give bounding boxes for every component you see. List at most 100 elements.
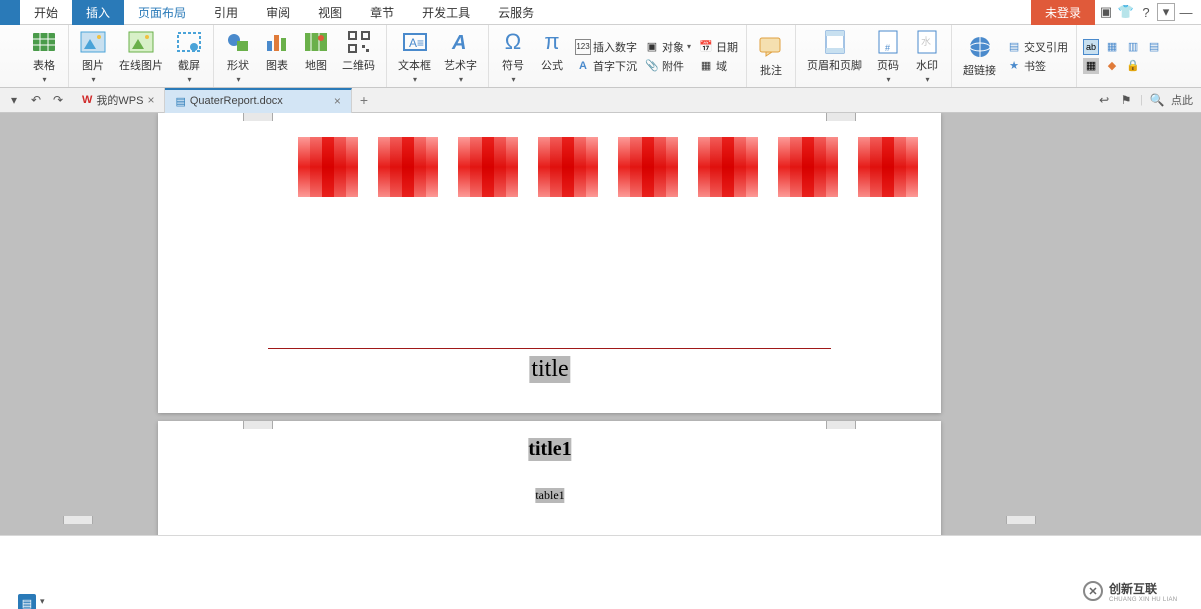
table-icon xyxy=(31,29,57,55)
document-canvas[interactable]: title title1 table1 title2 table2 ▤ ▾ ✕ … xyxy=(0,113,1201,609)
pi-icon: π xyxy=(539,29,565,55)
lock-icon[interactable]: 🔒 xyxy=(1125,58,1141,74)
menu-view[interactable]: 视图 xyxy=(304,0,356,25)
rewind-icon[interactable]: ↩ xyxy=(1096,92,1112,108)
tshirt-icon[interactable]: 👕 xyxy=(1117,3,1135,21)
wps-home-tab[interactable]: W 我的WPS × xyxy=(72,88,165,113)
chart-icon xyxy=(264,29,290,55)
chevron-down-icon[interactable]: ▾ xyxy=(40,596,45,607)
tool2-icon[interactable]: ▦ xyxy=(1104,39,1120,55)
flag-icon[interactable]: ⚑ xyxy=(1118,92,1134,108)
help-icon[interactable]: ? xyxy=(1137,3,1155,21)
margin-mark xyxy=(243,421,273,429)
map-icon xyxy=(303,29,329,55)
nav-dropdown-icon[interactable]: ▾ xyxy=(6,92,22,108)
calendar-icon: 📅 xyxy=(698,39,714,55)
chevron-down-icon[interactable]: ▾ xyxy=(1157,3,1175,21)
header-footer-icon xyxy=(822,29,848,55)
shapes-button[interactable]: 形状▾ xyxy=(220,26,256,87)
menu-insert[interactable]: 插入 xyxy=(72,0,124,25)
svg-text:水: 水 xyxy=(921,36,931,48)
online-image-button[interactable]: 在线图片 xyxy=(114,26,168,87)
horizontal-rule xyxy=(268,348,831,349)
skin-icon[interactable]: ▣ xyxy=(1097,3,1115,21)
minimize-icon[interactable]: — xyxy=(1177,3,1195,21)
chart-button[interactable]: 图表 xyxy=(259,26,295,87)
date-button[interactable]: 📅日期 xyxy=(696,38,740,56)
textbox-icon: A≡ xyxy=(402,29,428,55)
textbox-button[interactable]: A≡文本框▾ xyxy=(393,26,436,87)
table-button[interactable]: 表格▾ xyxy=(26,26,62,87)
doc-table1-placeholder[interactable]: table1 xyxy=(535,488,564,503)
menu-sections[interactable]: 章节 xyxy=(356,0,408,25)
login-button[interactable]: 未登录 xyxy=(1031,0,1095,25)
header-footer-button[interactable]: 页眉和页脚 xyxy=(802,26,867,87)
menu-review[interactable]: 审阅 xyxy=(252,0,304,25)
comment-button[interactable]: 批注 xyxy=(753,31,789,81)
cross-reference-button[interactable]: ▤交叉引用 xyxy=(1004,38,1070,56)
bookmark-icon: ★ xyxy=(1006,58,1022,74)
insert-number-button[interactable]: 123插入数字 xyxy=(573,38,639,56)
document-page: title xyxy=(158,113,941,413)
margin-mark xyxy=(243,113,273,121)
page-number-icon: # xyxy=(875,29,901,55)
menu-start[interactable]: 开始 xyxy=(20,0,72,25)
object-icon: ▣ xyxy=(644,39,660,55)
number-icon: 123 xyxy=(575,39,591,55)
watermark-icon: 水 xyxy=(914,29,940,55)
symbol-button[interactable]: Ω符号▾ xyxy=(495,26,531,87)
document-tabstrip: ▾ ↶ ↷ W 我的WPS × ▤ QuaterReport.docx × + … xyxy=(0,88,1201,113)
document-tab[interactable]: ▤ QuaterReport.docx × xyxy=(165,88,351,113)
close-icon[interactable]: × xyxy=(147,93,154,107)
close-icon[interactable]: × xyxy=(334,94,341,108)
doc-title1[interactable]: title1 xyxy=(528,438,571,461)
menu-references[interactable]: 引用 xyxy=(200,0,252,25)
doc-icon: ▤ xyxy=(175,95,185,108)
field-button[interactable]: ▦域 xyxy=(696,57,740,75)
pixelated-header-image xyxy=(298,137,918,197)
menu-devtools[interactable]: 开发工具 xyxy=(408,0,484,25)
screenshot-button[interactable]: 截屏▾ xyxy=(171,26,207,87)
new-tab-button[interactable]: + xyxy=(352,92,376,108)
picture-icon xyxy=(80,29,106,55)
screenshot-icon xyxy=(176,29,202,55)
cross-ref-icon: ▤ xyxy=(1006,39,1022,55)
wps-logo-icon: W xyxy=(82,94,92,106)
watermark-button[interactable]: 水水印▾ xyxy=(909,26,945,87)
hyperlink-button[interactable]: 超链接 xyxy=(958,31,1001,81)
svg-text:A: A xyxy=(451,32,466,53)
redo-icon[interactable]: ↷ xyxy=(50,92,66,108)
page-break-icon[interactable]: ▤ xyxy=(18,594,36,609)
object-button[interactable]: ▣对象▾ xyxy=(642,38,693,56)
search-icon[interactable]: 🔍 xyxy=(1149,92,1165,108)
doc-main-title[interactable]: title xyxy=(529,356,570,383)
ribbon-insert: 表格▾ 图片▾ 在线图片 截屏▾ 形状▾ 图表 地图 二维码 A≡文本框▾ A艺… xyxy=(0,25,1201,88)
online-picture-icon xyxy=(128,29,154,55)
tool3-icon[interactable]: ▥ xyxy=(1125,39,1141,55)
page-number-button[interactable]: #页码▾ xyxy=(870,26,906,87)
tool4-icon[interactable]: ▤ xyxy=(1146,39,1162,55)
qrcode-icon xyxy=(346,29,372,55)
grid-icon[interactable]: ▦ xyxy=(1083,58,1099,74)
field-icon: ▦ xyxy=(698,58,714,74)
margin-mark xyxy=(63,516,93,524)
wordart-button[interactable]: A艺术字▾ xyxy=(439,26,482,87)
svg-text:#: # xyxy=(885,43,890,53)
margin-mark xyxy=(826,421,856,429)
menu-cloud[interactable]: 云服务 xyxy=(484,0,548,25)
qrcode-button[interactable]: 二维码 xyxy=(337,26,380,87)
eraser-icon[interactable]: ◆ xyxy=(1104,58,1120,74)
dropcap-button[interactable]: A首字下沉 xyxy=(573,57,639,75)
equation-button[interactable]: π公式 xyxy=(534,26,570,87)
comment-icon xyxy=(758,34,784,60)
app-menu-edge[interactable] xyxy=(0,0,20,25)
bookmark-button[interactable]: ★书签 xyxy=(1004,57,1070,75)
undo-icon[interactable]: ↶ xyxy=(28,92,44,108)
menu-page-layout[interactable]: 页面布局 xyxy=(124,0,200,25)
map-button[interactable]: 地图 xyxy=(298,26,334,87)
attachment-button[interactable]: 📎附件 xyxy=(642,57,693,75)
fx-icon[interactable]: ab xyxy=(1083,39,1099,55)
image-button[interactable]: 图片▾ xyxy=(75,26,111,87)
menu-bar: 开始 插入 页面布局 引用 审阅 视图 章节 开发工具 云服务 未登录 ▣ 👕 … xyxy=(0,0,1201,25)
dropcap-icon: A xyxy=(575,58,591,74)
